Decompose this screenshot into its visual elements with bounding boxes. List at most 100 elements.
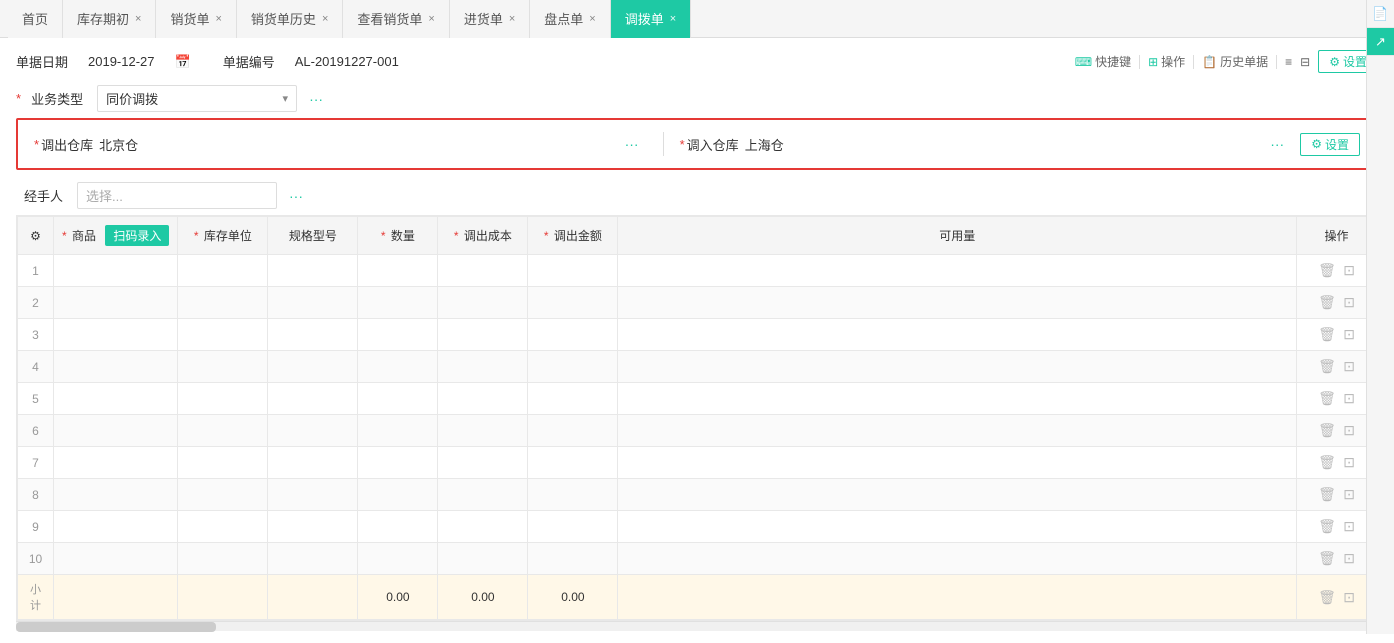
product-cell[interactable] <box>54 287 178 319</box>
copy-icon[interactable]: ⊡ <box>1343 518 1355 534</box>
product-cell[interactable] <box>54 479 178 511</box>
amount-cell[interactable] <box>528 415 618 447</box>
copy-icon[interactable]: ⊡ <box>1343 294 1355 310</box>
tab-home[interactable]: 首页 <box>8 0 63 38</box>
tab-transfer-order[interactable]: 调拨单 × <box>611 0 691 38</box>
spec-cell[interactable] <box>268 287 358 319</box>
cost-cell[interactable] <box>438 447 528 479</box>
product-cell[interactable] <box>54 255 178 287</box>
spec-cell[interactable] <box>268 447 358 479</box>
th-gear[interactable]: ⚙ <box>18 217 54 255</box>
cost-cell[interactable] <box>438 319 528 351</box>
tab-sales-history[interactable]: 销货单历史 × <box>237 0 343 38</box>
cost-cell[interactable] <box>438 255 528 287</box>
amount-cell[interactable] <box>528 511 618 543</box>
operations-button[interactable]: ⊞ 操作 <box>1148 53 1185 70</box>
amount-cell[interactable] <box>528 255 618 287</box>
amount-cell[interactable] <box>528 543 618 575</box>
business-type-select[interactable]: 同价调拨 ▾ <box>97 85 297 112</box>
cost-cell[interactable] <box>438 511 528 543</box>
close-tab-view-sales[interactable]: × <box>428 13 434 25</box>
unit-cell[interactable] <box>178 383 268 415</box>
shortcut-button[interactable]: ⌨ 快捷键 <box>1075 53 1131 70</box>
delete-icon[interactable]: 🗑 <box>1318 422 1336 438</box>
transfer-in-more-icon[interactable]: ··· <box>1262 136 1292 152</box>
unit-cell[interactable] <box>178 511 268 543</box>
layout-btn-2[interactable]: ⊟ <box>1300 55 1310 69</box>
qty-cell[interactable] <box>358 383 438 415</box>
spec-cell[interactable] <box>268 319 358 351</box>
delete-icon[interactable]: 🗑 <box>1318 518 1336 534</box>
warehouse-settings-button[interactable]: ⚙ 设置 <box>1300 133 1360 156</box>
delete-icon[interactable]: 🗑 <box>1318 262 1336 278</box>
unit-cell[interactable] <box>178 319 268 351</box>
unit-cell[interactable] <box>178 543 268 575</box>
delete-icon[interactable]: 🗑 <box>1318 589 1336 605</box>
spec-cell[interactable] <box>268 511 358 543</box>
horizontal-scrollbar[interactable] <box>16 621 1378 631</box>
copy-icon[interactable]: ⊡ <box>1343 454 1355 470</box>
copy-icon[interactable]: ⊡ <box>1343 358 1355 374</box>
qty-cell[interactable] <box>358 479 438 511</box>
product-cell[interactable] <box>54 351 178 383</box>
copy-icon[interactable]: ⊡ <box>1343 486 1355 502</box>
qty-cell[interactable] <box>358 351 438 383</box>
transfer-out-more-icon[interactable]: ··· <box>617 136 647 152</box>
tab-view-sales[interactable]: 查看销货单 × <box>343 0 449 38</box>
table-settings-gear-icon[interactable]: ⚙ <box>30 229 41 243</box>
product-cell[interactable] <box>54 447 178 479</box>
handler-more-icon[interactable]: ··· <box>289 188 303 204</box>
delete-icon[interactable]: 🗑 <box>1318 326 1336 342</box>
close-tab-transfer-order[interactable]: × <box>670 13 676 25</box>
unit-cell[interactable] <box>178 479 268 511</box>
spec-cell[interactable] <box>268 543 358 575</box>
copy-icon[interactable]: ⊡ <box>1343 550 1355 566</box>
qty-cell[interactable] <box>358 255 438 287</box>
amount-cell[interactable] <box>528 447 618 479</box>
delete-icon[interactable]: 🗑 <box>1318 358 1336 374</box>
unit-cell[interactable] <box>178 415 268 447</box>
close-tab-sales-history[interactable]: × <box>322 13 328 25</box>
right-panel-doc-icon[interactable]: 📄 <box>1367 0 1394 28</box>
spec-cell[interactable] <box>268 479 358 511</box>
unit-cell[interactable] <box>178 287 268 319</box>
amount-cell[interactable] <box>528 383 618 415</box>
amount-cell[interactable] <box>528 287 618 319</box>
scroll-thumb[interactable] <box>16 622 216 632</box>
cost-cell[interactable] <box>438 287 528 319</box>
product-cell[interactable] <box>54 511 178 543</box>
qty-cell[interactable] <box>358 447 438 479</box>
amount-cell[interactable] <box>528 479 618 511</box>
unit-cell[interactable] <box>178 351 268 383</box>
delete-icon[interactable]: 🗑 <box>1318 454 1336 470</box>
qty-cell[interactable] <box>358 511 438 543</box>
spec-cell[interactable] <box>268 351 358 383</box>
copy-icon[interactable]: ⊡ <box>1343 390 1355 406</box>
right-panel-share-icon[interactable]: ↗ <box>1367 28 1394 56</box>
amount-cell[interactable] <box>528 319 618 351</box>
copy-icon[interactable]: ⊡ <box>1343 589 1355 605</box>
qty-cell[interactable] <box>358 287 438 319</box>
qty-cell[interactable] <box>358 415 438 447</box>
product-cell[interactable] <box>54 543 178 575</box>
tab-inventory-init[interactable]: 库存期初 × <box>63 0 156 38</box>
product-cell[interactable] <box>54 319 178 351</box>
unit-cell[interactable] <box>178 255 268 287</box>
tab-sales-order[interactable]: 销货单 × <box>156 0 236 38</box>
cost-cell[interactable] <box>438 351 528 383</box>
close-tab-inventory-check[interactable]: × <box>589 13 595 25</box>
copy-icon[interactable]: ⊡ <box>1343 262 1355 278</box>
delete-icon[interactable]: 🗑 <box>1318 390 1336 406</box>
amount-cell[interactable] <box>528 351 618 383</box>
product-cell[interactable] <box>54 415 178 447</box>
cost-cell[interactable] <box>438 479 528 511</box>
cost-cell[interactable] <box>438 543 528 575</box>
spec-cell[interactable] <box>268 383 358 415</box>
close-tab-purchase-order[interactable]: × <box>509 13 515 25</box>
unit-cell[interactable] <box>178 447 268 479</box>
tab-inventory-check[interactable]: 盘点单 × <box>530 0 610 38</box>
spec-cell[interactable] <box>268 255 358 287</box>
layout-btn-1[interactable]: ≡ <box>1285 55 1292 69</box>
qty-cell[interactable] <box>358 319 438 351</box>
qty-cell[interactable] <box>358 543 438 575</box>
